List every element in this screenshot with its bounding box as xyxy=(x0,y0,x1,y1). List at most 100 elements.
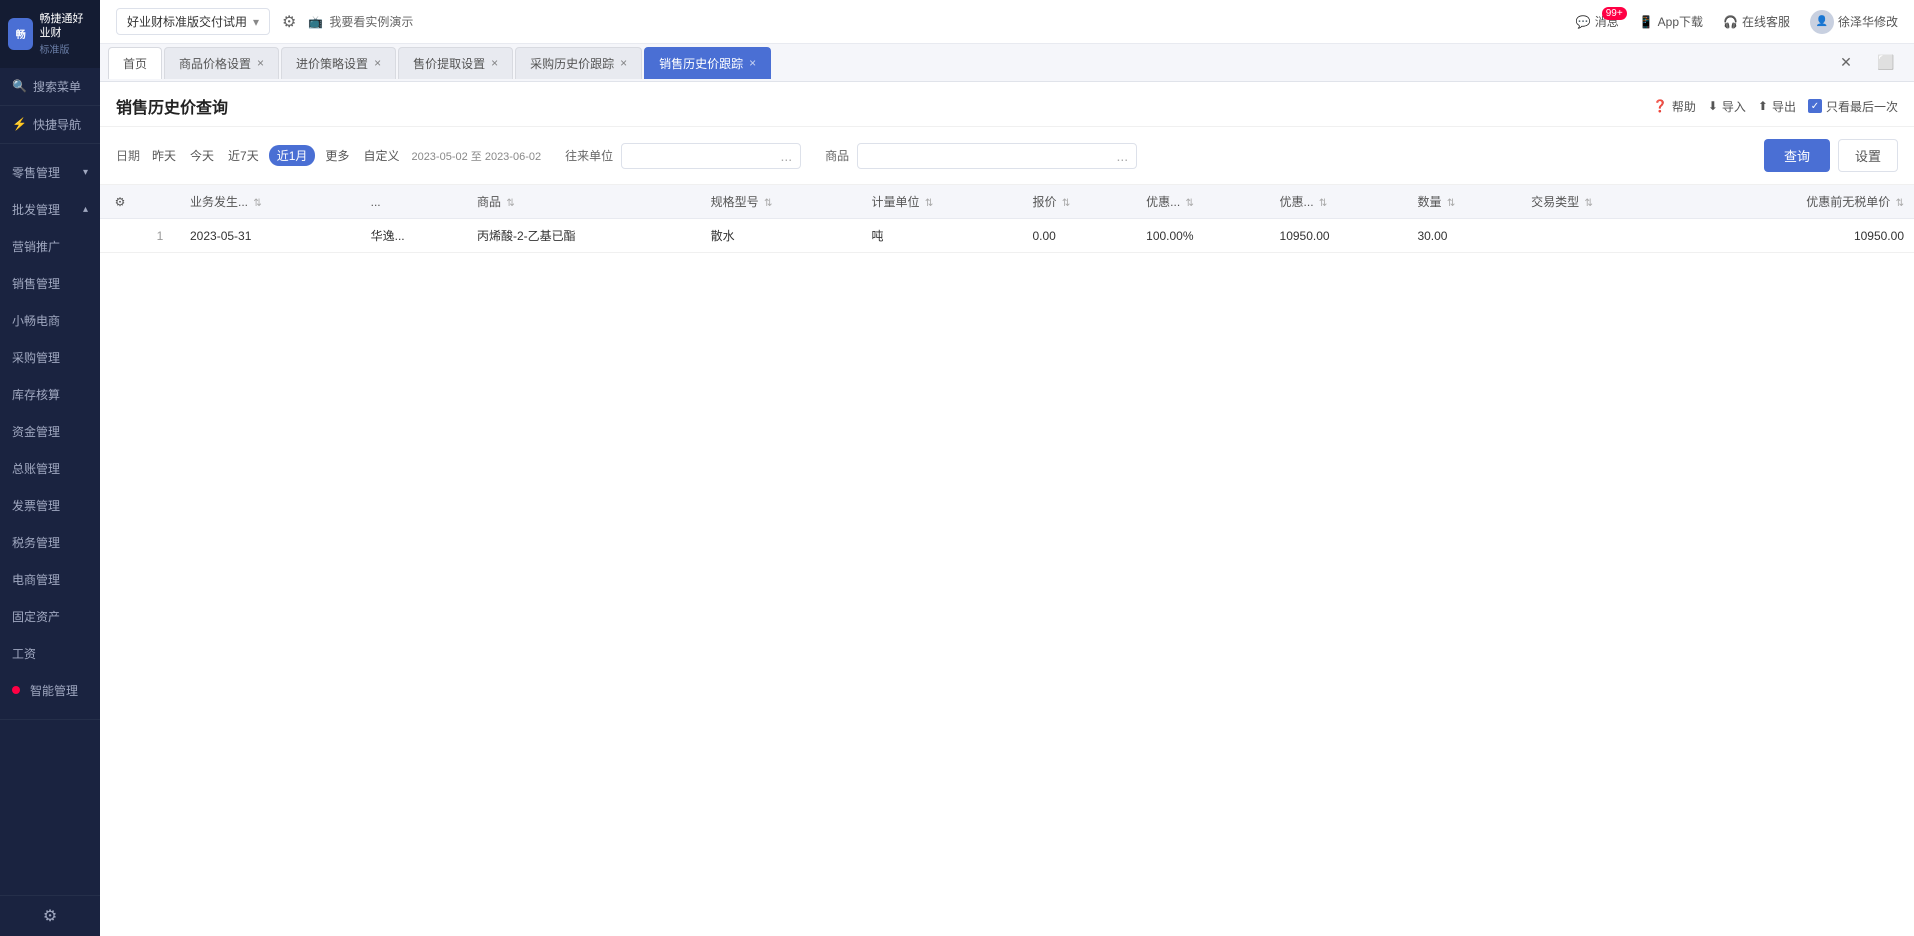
sidebar-item-inventory[interactable]: 库存核算 xyxy=(0,376,100,413)
col-header-spec[interactable]: 规格型号 ⇅ xyxy=(701,185,862,219)
date-opt-more[interactable]: 更多 xyxy=(321,145,353,166)
tab-home[interactable]: 首页 xyxy=(108,47,162,79)
row-more-cell: 华逸... xyxy=(361,219,467,253)
sidebar-item-retail[interactable]: 零售管理 ▾ xyxy=(0,154,100,191)
query-button[interactable]: 查询 xyxy=(1764,139,1830,172)
source-unit-filter-group: 往来单位 ... xyxy=(565,143,801,169)
date-filter-group: 日期 昨天 今天 近7天 近1月 更多 自定义 2023-05-02 至 202… xyxy=(116,145,541,166)
tab-sale-history[interactable]: 销售历史价跟踪 × xyxy=(644,47,771,79)
sidebar-item-ledger-label: 总账管理 xyxy=(12,460,88,477)
sidebar-item-salary[interactable]: 工资 xyxy=(0,635,100,672)
col-header-unit[interactable]: 计量单位 ⇅ xyxy=(862,185,1023,219)
close-tab-sale-extract-icon[interactable]: × xyxy=(491,56,498,70)
sort-icon-quantity: ⇅ xyxy=(1447,198,1455,209)
data-table: ⚙ 业务发生... ⇅ ... 商品 ⇅ xyxy=(100,185,1914,253)
sidebar-item-sales-label: 销售管理 xyxy=(12,275,88,292)
product-filter-group: 商品 ... xyxy=(825,143,1137,169)
date-opt-custom[interactable]: 自定义 xyxy=(359,145,403,166)
date-filter-label: 日期 xyxy=(116,147,140,164)
date-options: 昨天 今天 近7天 近1月 更多 自定义 xyxy=(148,145,403,166)
close-tab-sale-history-icon[interactable]: × xyxy=(749,56,756,70)
table-header-row: ⚙ 业务发生... ⇅ ... 商品 ⇅ xyxy=(100,185,1914,219)
sidebar-item-wholesale-label: 批发管理 xyxy=(12,201,77,218)
close-tab-purchase-strategy-icon[interactable]: × xyxy=(374,56,381,70)
close-window-button[interactable]: ✕ xyxy=(1826,44,1866,82)
close-tab-purchase-history-icon[interactable]: × xyxy=(620,56,627,70)
sidebar-item-smart[interactable]: 智能管理 xyxy=(0,672,100,709)
help-button[interactable]: ❓ 帮助 xyxy=(1653,98,1696,115)
sidebar-item-tax[interactable]: 税务管理 xyxy=(0,524,100,561)
col-header-discount2[interactable]: 优惠... ⇅ xyxy=(1270,185,1408,219)
sidebar-item-ecommerce-small-label: 小畅电商 xyxy=(12,312,88,329)
app-download-button[interactable]: 📱 App下载 xyxy=(1639,13,1703,30)
version-select[interactable]: 好业财标准版交付试用 ▾ xyxy=(116,8,270,35)
row-trade-type-cell xyxy=(1521,219,1682,253)
export-icon: ⬆ xyxy=(1758,99,1768,113)
product-input[interactable]: ... xyxy=(857,143,1137,169)
smart-dot-icon xyxy=(12,686,20,694)
col-header-price[interactable]: 报价 ⇅ xyxy=(1022,185,1136,219)
sidebar-search[interactable]: 🔍 搜索菜单 xyxy=(0,68,100,106)
product-label: 商品 xyxy=(825,147,849,164)
sidebar-item-finance[interactable]: 资金管理 xyxy=(0,413,100,450)
tab-purchase-strategy-label: 进价策略设置 xyxy=(296,55,368,72)
headset-icon: 🎧 xyxy=(1723,15,1738,29)
maximize-window-button[interactable]: ⬜ xyxy=(1866,44,1906,82)
date-opt-1month[interactable]: 近1月 xyxy=(269,145,316,166)
sidebar-item-marketing[interactable]: 营销推广 xyxy=(0,228,100,265)
col-header-quantity[interactable]: 数量 ⇅ xyxy=(1407,185,1521,219)
sidebar-item-ecommerce[interactable]: 电商管理 xyxy=(0,561,100,598)
export-button[interactable]: ⬆ 导出 xyxy=(1758,98,1796,115)
last-only-checkbox[interactable]: ✓ 只看最后一次 xyxy=(1808,98,1898,115)
col-header-index xyxy=(140,185,180,219)
logo-subtitle: 标准版 xyxy=(39,41,92,56)
date-opt-7days[interactable]: 近7天 xyxy=(224,145,263,166)
source-unit-input[interactable]: ... xyxy=(621,143,801,169)
tab-sale-extract[interactable]: 售价提取设置 × xyxy=(398,47,513,79)
sidebar-item-sales[interactable]: 销售管理 xyxy=(0,265,100,302)
sidebar-item-invoice[interactable]: 发票管理 xyxy=(0,487,100,524)
sidebar-item-ecommerce-small[interactable]: 小畅电商 xyxy=(0,302,100,339)
import-icon: ⬇ xyxy=(1708,99,1718,113)
date-opt-today[interactable]: 今天 xyxy=(186,145,218,166)
topbar-settings-icon[interactable]: ⚙ xyxy=(282,12,296,32)
sidebar-item-smart-label: 智能管理 xyxy=(30,682,88,699)
topbar-demo-link[interactable]: 📺 我要看实例演示 xyxy=(308,13,413,30)
sidebar-item-finance-label: 资金管理 xyxy=(12,423,88,440)
online-service-button[interactable]: 🎧 在线客服 xyxy=(1723,13,1790,30)
sort-icon-discount2: ⇅ xyxy=(1319,198,1327,209)
tab-product-price-label: 商品价格设置 xyxy=(179,55,251,72)
col-header-product[interactable]: 商品 ⇅ xyxy=(467,185,701,219)
import-button[interactable]: ⬇ 导入 xyxy=(1708,98,1746,115)
tabbar: 首页 商品价格设置 × 进价策略设置 × 售价提取设置 × 采购历史价跟踪 × … xyxy=(100,44,1914,82)
sidebar-item-purchase[interactable]: 采购管理 xyxy=(0,339,100,376)
col-header-pretax-price[interactable]: 优惠前无税单价 ⇅ xyxy=(1682,185,1914,219)
sidebar-quicknav[interactable]: ⚡ 快捷导航 xyxy=(0,106,100,144)
maximize-window-icon: ⬜ xyxy=(1877,54,1894,71)
tab-product-price[interactable]: 商品价格设置 × xyxy=(164,47,279,79)
tab-purchase-history[interactable]: 采购历史价跟踪 × xyxy=(515,47,642,79)
sidebar-item-purchase-label: 采购管理 xyxy=(12,349,88,366)
col-header-trade-type[interactable]: 交易类型 ⇅ xyxy=(1521,185,1682,219)
sidebar-item-wholesale[interactable]: 批发管理 ▴ xyxy=(0,191,100,228)
settings-icon[interactable]: ⚙ xyxy=(43,906,57,926)
col-header-discount1[interactable]: 优惠... ⇅ xyxy=(1136,185,1269,219)
setting-button[interactable]: 设置 xyxy=(1838,139,1898,172)
messages-button[interactable]: 💬 消息 99+ xyxy=(1576,13,1619,30)
table-row[interactable]: 1 2023-05-31 华逸... 丙烯酸-2-乙基已酯 散水 吨 0.00 … xyxy=(100,219,1914,253)
sidebar-item-ecommerce-label: 电商管理 xyxy=(12,571,88,588)
col-header-settings[interactable]: ⚙ xyxy=(100,185,140,219)
user-profile-button[interactable]: 👤 徐泽华修改 xyxy=(1810,10,1898,34)
col-header-more[interactable]: ... xyxy=(361,185,467,219)
row-spec-cell: 散水 xyxy=(701,219,862,253)
date-opt-yesterday[interactable]: 昨天 xyxy=(148,145,180,166)
close-tab-product-price-icon[interactable]: × xyxy=(257,56,264,70)
sidebar-item-ledger[interactable]: 总账管理 xyxy=(0,450,100,487)
sidebar-item-assets[interactable]: 固定资产 xyxy=(0,598,100,635)
product-dots-icon: ... xyxy=(1116,148,1128,164)
sort-icon-biz-date: ⇅ xyxy=(253,198,261,209)
col-header-biz-date[interactable]: 业务发生... ⇅ xyxy=(180,185,361,219)
tab-purchase-strategy[interactable]: 进价策略设置 × xyxy=(281,47,396,79)
sidebar-bottom-settings[interactable]: ⚙ xyxy=(0,895,100,936)
quicknav-icon: ⚡ xyxy=(12,117,27,131)
